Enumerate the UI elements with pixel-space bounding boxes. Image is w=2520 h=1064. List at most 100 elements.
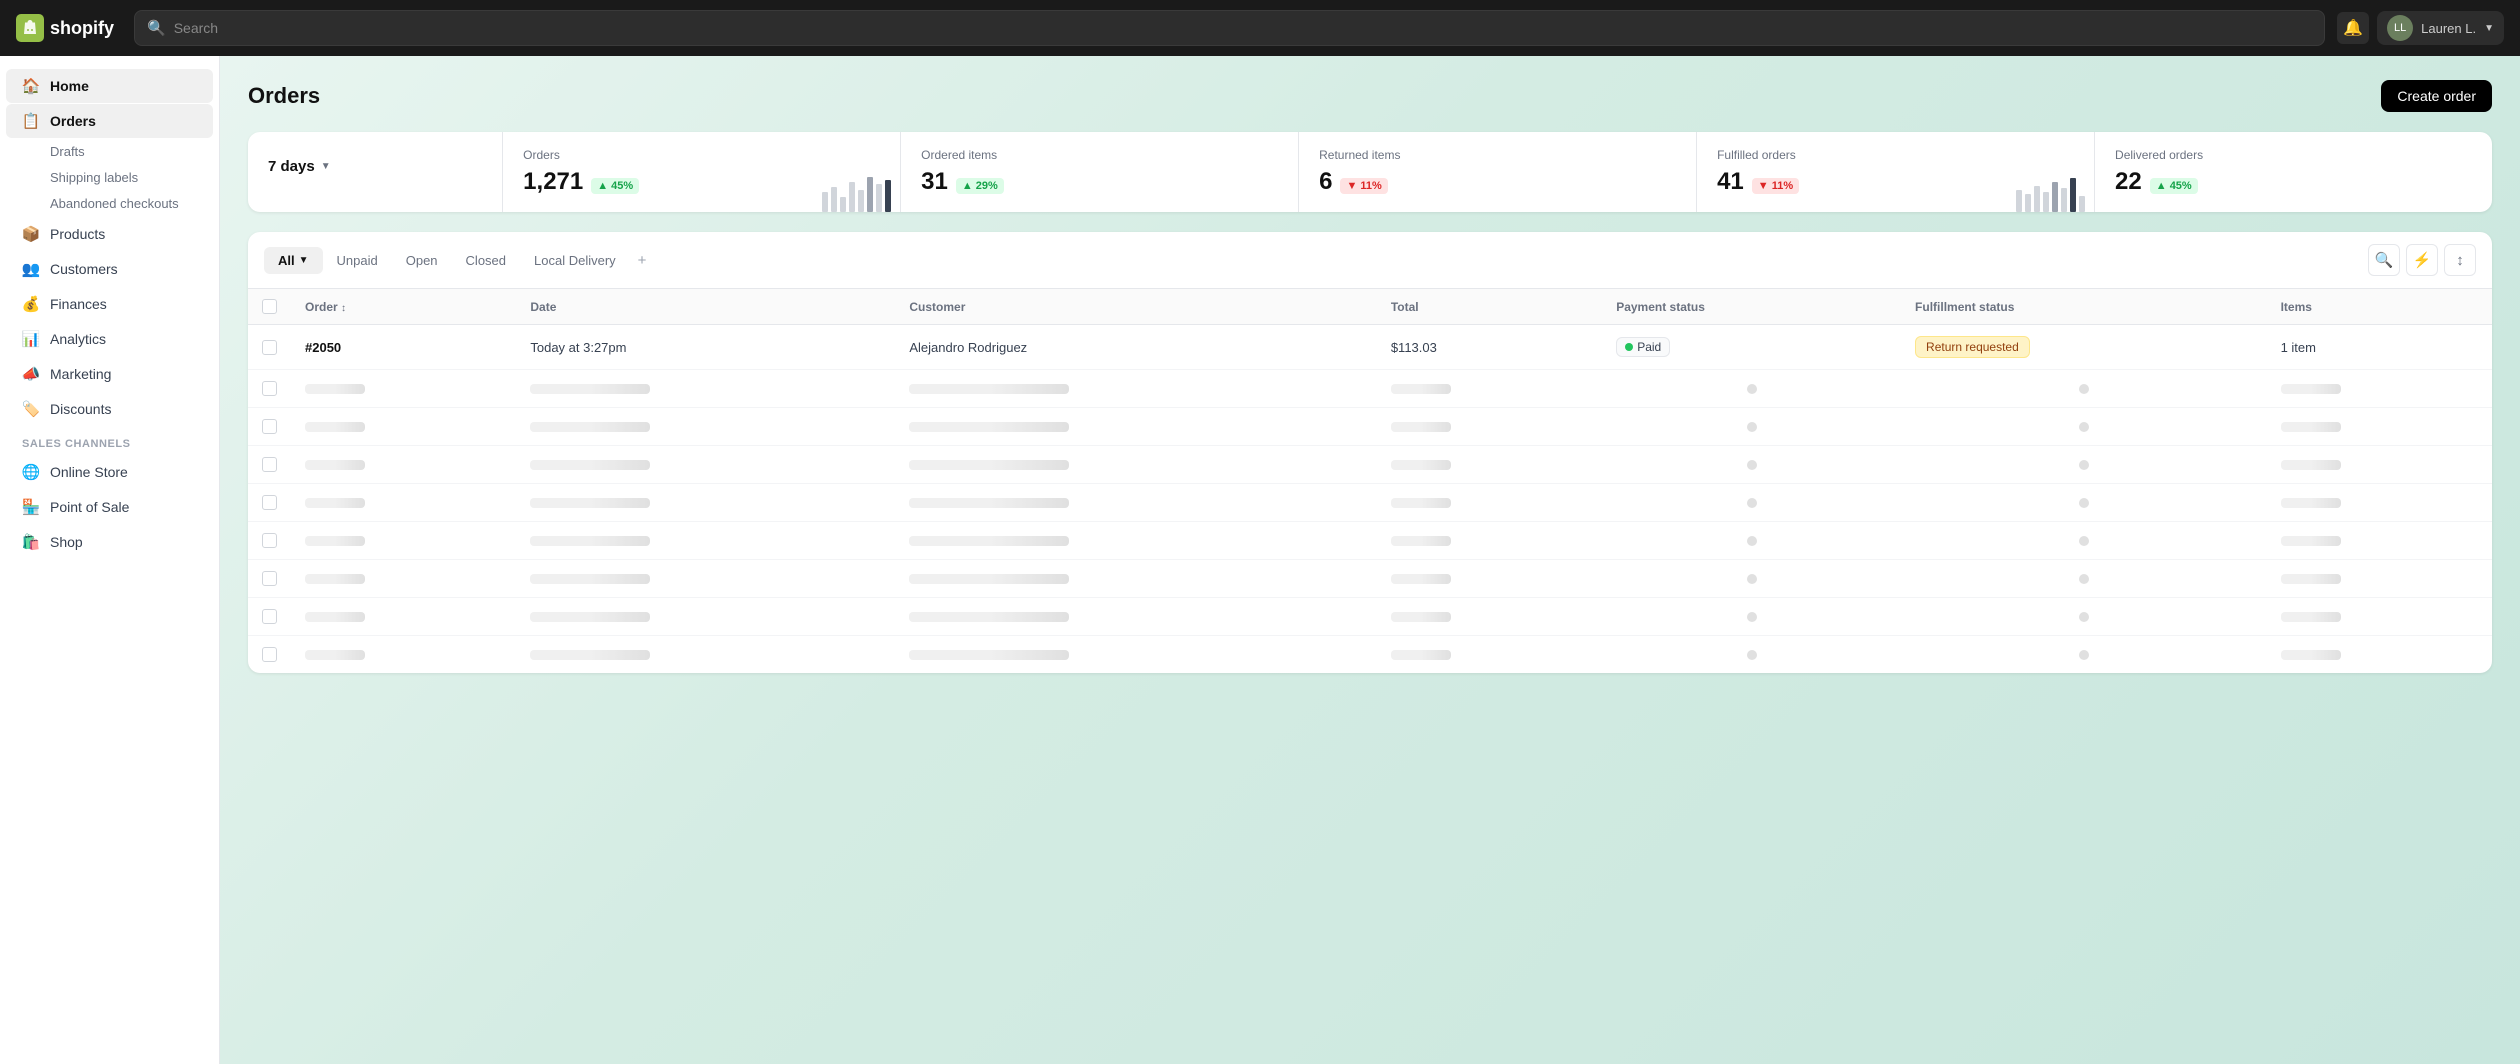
topbar: shopify 🔍 Search 🔔 LL Lauren L. ▼: [0, 0, 2520, 56]
skeleton: [305, 498, 365, 508]
search-placeholder: Search: [174, 20, 218, 36]
bell-icon[interactable]: 🔔: [2337, 12, 2369, 44]
period-selector[interactable]: 7 days ▼: [248, 132, 503, 212]
create-order-button[interactable]: Create order: [2381, 80, 2492, 112]
layout: 🏠 Home 📋 Orders Drafts Shipping labels A…: [0, 56, 2520, 1064]
sort-icon: ↕: [341, 303, 346, 314]
stat-label-ordered-items: Ordered items: [921, 148, 1278, 162]
skeleton: [909, 384, 1069, 394]
sidebar-item-analytics[interactable]: 📊 Analytics: [6, 322, 213, 356]
skeleton: [1391, 384, 1451, 394]
sidebar-item-shipping-labels[interactable]: Shipping labels: [6, 165, 213, 190]
skeleton: [1391, 650, 1451, 660]
orders-table-card: All ▼ Unpaid Open Closed Local Delivery …: [248, 232, 2492, 673]
skeleton: [2079, 574, 2089, 584]
tab-local-delivery[interactable]: Local Delivery: [520, 247, 630, 274]
sidebar-item-label: Products: [50, 226, 105, 242]
skeleton: [2079, 460, 2089, 470]
skeleton: [909, 422, 1069, 432]
topbar-icons: 🔔 LL Lauren L. ▼: [2337, 11, 2504, 45]
stat-label-returned-items: Returned items: [1319, 148, 1676, 162]
skeleton: [530, 650, 650, 660]
row-checkbox[interactable]: [262, 419, 277, 434]
tab-unpaid[interactable]: Unpaid: [323, 247, 392, 274]
skeleton: [1747, 536, 1757, 546]
home-icon: 🏠: [22, 77, 40, 95]
skeleton: [2079, 384, 2089, 394]
stat-value-ordered-items: 31: [921, 168, 948, 196]
sidebar-item-abandoned-checkouts[interactable]: Abandoned checkouts: [6, 191, 213, 216]
skeleton: [1391, 460, 1451, 470]
online-store-icon: 🌐: [22, 463, 40, 481]
sidebar-item-drafts[interactable]: Drafts: [6, 139, 213, 164]
search-table-button[interactable]: 🔍: [2368, 244, 2400, 276]
row-checkbox[interactable]: [262, 457, 277, 472]
order-link[interactable]: #2050: [305, 340, 341, 355]
skeleton: [2079, 422, 2089, 432]
user-name: Lauren L.: [2421, 21, 2476, 36]
row-checkbox[interactable]: [262, 495, 277, 510]
sidebar-item-finances[interactable]: 💰 Finances: [6, 287, 213, 321]
row-checkbox[interactable]: [262, 381, 277, 396]
skeleton: [530, 612, 650, 622]
th-total: Total: [1377, 289, 1602, 325]
stats-row: 7 days ▼ Orders 1,271 ▲ 45%: [248, 132, 2492, 212]
skeleton: [1747, 612, 1757, 622]
stat-value-returned-items: 6: [1319, 168, 1332, 196]
th-items: Items: [2267, 289, 2492, 325]
sidebar-item-home[interactable]: 🏠 Home: [6, 69, 213, 103]
items-cell: 1 item: [2267, 325, 2492, 370]
logo[interactable]: shopify: [16, 14, 114, 42]
tab-all[interactable]: All ▼: [264, 247, 323, 274]
sidebar-item-products[interactable]: 📦 Products: [6, 217, 213, 251]
sidebar-item-discounts[interactable]: 🏷️ Discounts: [6, 392, 213, 426]
table-row: [248, 370, 2492, 408]
skeleton: [909, 650, 1069, 660]
sidebar-item-point-of-sale[interactable]: 🏪 Point of Sale: [6, 490, 213, 524]
paid-dot: [1625, 343, 1633, 351]
row-checkbox[interactable]: [262, 340, 277, 355]
sidebar-item-marketing[interactable]: 📣 Marketing: [6, 357, 213, 391]
skeleton: [2281, 574, 2341, 584]
sidebar-item-orders[interactable]: 📋 Orders: [6, 104, 213, 138]
table-row: [248, 484, 2492, 522]
table-row: [248, 598, 2492, 636]
add-tab-button[interactable]: +: [630, 246, 655, 275]
sidebar-item-shop[interactable]: 🛍️ Shop: [6, 525, 213, 559]
row-checkbox[interactable]: [262, 609, 277, 624]
filter-button[interactable]: ⚡: [2406, 244, 2438, 276]
skeleton: [1747, 384, 1757, 394]
select-all-checkbox[interactable]: [262, 299, 277, 314]
table-row: [248, 408, 2492, 446]
logo-text: shopify: [50, 18, 114, 39]
skeleton: [2079, 612, 2089, 622]
sidebar-item-label: Discounts: [50, 401, 111, 417]
stat-card-fulfilled-orders: Fulfilled orders 41 ▼ 11%: [1697, 132, 2095, 212]
tab-closed[interactable]: Closed: [452, 247, 520, 274]
table-row: [248, 560, 2492, 598]
payment-status-cell: Paid: [1602, 325, 1901, 370]
stat-badge-orders: ▲ 45%: [591, 178, 639, 194]
fulfillment-status-badge: Return requested: [1915, 336, 2030, 358]
skeleton: [2281, 612, 2341, 622]
sidebar-item-customers[interactable]: 👥 Customers: [6, 252, 213, 286]
row-checkbox[interactable]: [262, 571, 277, 586]
logo-icon: [16, 14, 44, 42]
user-menu[interactable]: LL Lauren L. ▼: [2377, 11, 2504, 45]
sort-button[interactable]: ↕: [2444, 244, 2476, 276]
skeleton: [530, 384, 650, 394]
row-checkbox[interactable]: [262, 533, 277, 548]
tab-open[interactable]: Open: [392, 247, 452, 274]
skeleton: [2281, 536, 2341, 546]
skeleton: [2281, 460, 2341, 470]
customer-cell: Alejandro Rodriguez: [895, 325, 1376, 370]
stat-card-returned-items: Returned items 6 ▼ 11%: [1299, 132, 1697, 212]
th-date: Date: [516, 289, 895, 325]
skeleton: [2281, 384, 2341, 394]
table-row: [248, 446, 2492, 484]
row-checkbox[interactable]: [262, 647, 277, 662]
search-bar[interactable]: 🔍 Search: [134, 10, 2325, 46]
sidebar-item-online-store[interactable]: 🌐 Online Store: [6, 455, 213, 489]
th-order[interactable]: Order ↕: [291, 289, 516, 325]
th-payment-status: Payment status: [1602, 289, 1901, 325]
